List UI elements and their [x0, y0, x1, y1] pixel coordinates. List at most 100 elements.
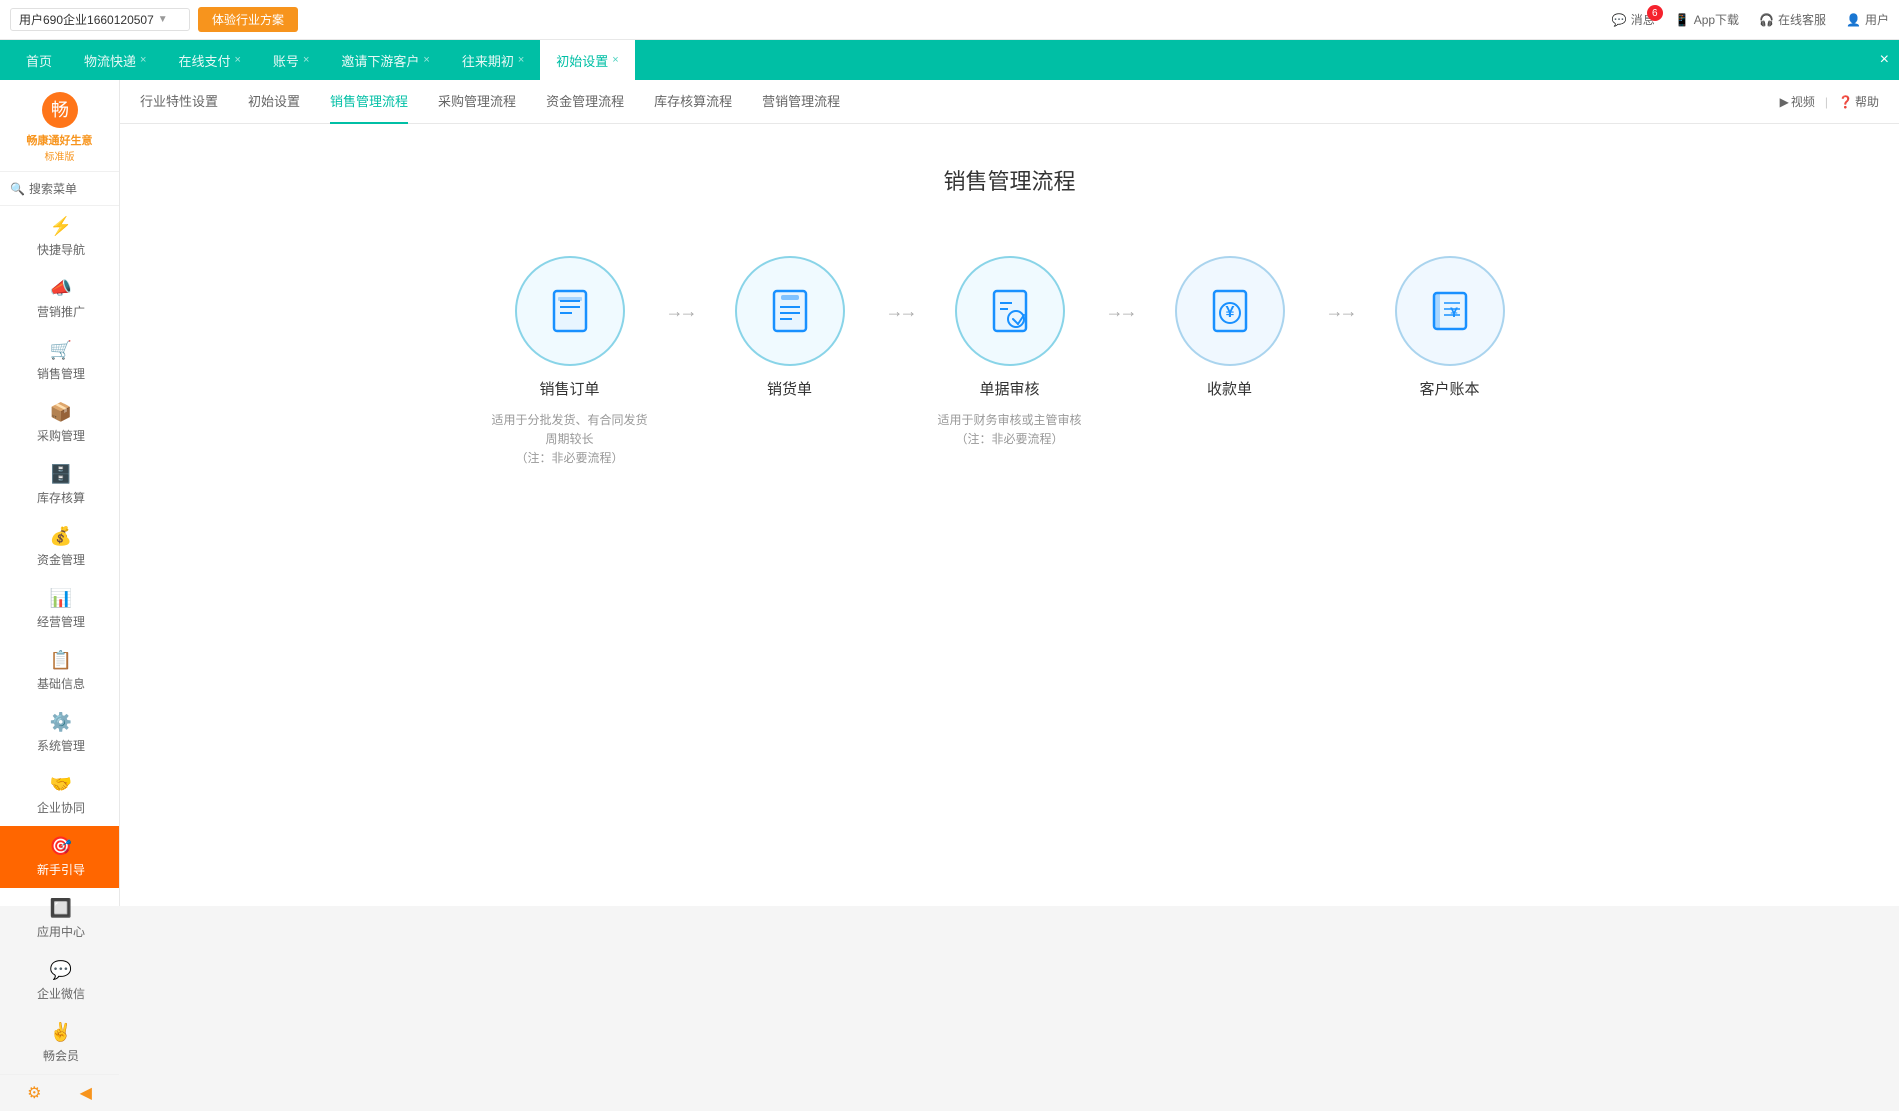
close-icon[interactable]: × [140, 54, 146, 66]
close-icon[interactable]: × [423, 54, 429, 66]
nav-close-button[interactable]: × [1880, 51, 1889, 69]
search-icon: 🔍 [10, 182, 25, 196]
flow-step-desc: 适用于财务审核或主管审核（注：非必要流程） [937, 411, 1081, 449]
content-tab-marketing-flow[interactable]: 营销管理流程 [762, 80, 840, 124]
purchase-icon: 📦 [50, 402, 72, 423]
flow-step-title: 收款单 [1207, 378, 1252, 399]
sidebar-search[interactable]: 🔍 搜索菜单 [0, 172, 119, 206]
content-tab-init[interactable]: 初始设置 [248, 80, 300, 124]
basic-icon: 📋 [50, 650, 72, 671]
sidebar-item-system[interactable]: ⚙️ 系统管理 [0, 702, 119, 764]
sidebar-item-label: 经营管理 [37, 613, 85, 630]
app-download-item[interactable]: 📱 App下载 [1675, 11, 1739, 28]
service-item[interactable]: 🎧 在线客服 [1759, 11, 1826, 28]
sidebar-item-sales[interactable]: 🛒 销售管理 [0, 330, 119, 392]
sidebar-item-label: 采购管理 [37, 427, 85, 444]
content-tab-purchase-flow[interactable]: 采购管理流程 [438, 80, 516, 124]
settings-bottom-icon[interactable]: ⚙ [27, 1083, 41, 1103]
sidebar-item-finance[interactable]: 💰 资金管理 [0, 516, 119, 578]
marketing-icon: 📣 [50, 278, 72, 299]
close-icon[interactable]: × [518, 54, 524, 66]
nav-tab-account[interactable]: 账号 × [257, 40, 325, 80]
message-item[interactable]: 💬 消息 6 [1612, 11, 1655, 28]
sidebar-item-apps[interactable]: 🔲 应用中心 [0, 888, 119, 950]
top-bar-left: 用户690企业1660120507 ▼ 体验行业方案 [10, 7, 298, 32]
content-tab-finance-flow-label: 资金管理流程 [546, 91, 624, 110]
close-icon[interactable]: × [612, 54, 618, 66]
user-item[interactable]: 👤 用户 [1846, 11, 1889, 28]
sales-icon: 🛒 [50, 340, 72, 361]
help-label: 帮助 [1855, 93, 1879, 110]
sidebar-item-label: 企业协同 [37, 799, 85, 816]
sidebar-item-purchase[interactable]: 📦 采购管理 [0, 392, 119, 454]
sidebar-item-wechat[interactable]: 💬 企业微信 [0, 950, 119, 1012]
collapse-icon[interactable]: ◀ [80, 1083, 92, 1103]
flow-content: 销售管理流程 销售订单 适用于分批发货、有合同发货周期较长（ [120, 124, 1899, 509]
flow-step-sales-order: 销售订单 适用于分批发货、有合同发货周期较长（注：非必要流程） [490, 256, 650, 469]
close-icon[interactable]: × [234, 54, 240, 66]
sidebar-item-quick-nav[interactable]: ⚡ 快捷导航 [0, 206, 119, 268]
sidebar-item-label: 快捷导航 [37, 241, 85, 258]
top-bar-right: 💬 消息 6 📱 App下载 🎧 在线客服 👤 用户 [1612, 11, 1889, 28]
flow-title: 销售管理流程 [140, 164, 1879, 196]
sidebar-item-marketing[interactable]: 📣 营销推广 [0, 268, 119, 330]
flow-circle-receipt[interactable]: ¥ [1175, 256, 1285, 366]
logo-icon: 畅 [40, 90, 80, 130]
sidebar-item-enterprise[interactable]: 🤝 企业协同 [0, 764, 119, 826]
sidebar-item-label: 资金管理 [37, 551, 85, 568]
svg-text:畅: 畅 [51, 100, 69, 120]
flow-circle-delivery[interactable] [735, 256, 845, 366]
sidebar-item-guide[interactable]: 🎯 新手引导 [0, 826, 119, 888]
nav-tab-invite[interactable]: 邀请下游客户 × [325, 40, 445, 80]
sidebar-bottom: ⚙ ◀ [0, 1074, 119, 1111]
sidebar-item-label: 销售管理 [37, 365, 85, 382]
svg-text:¥: ¥ [1225, 304, 1234, 321]
sidebar-item-label: 新手引导 [37, 861, 85, 878]
trial-button[interactable]: 体验行业方案 [198, 7, 298, 32]
user-select[interactable]: 用户690企业1660120507 ▼ [10, 8, 190, 31]
close-icon[interactable]: × [303, 54, 309, 66]
flow-step-title: 单据审核 [979, 378, 1039, 399]
sidebar-item-member[interactable]: ✌️ 畅会员 [0, 1012, 119, 1074]
sidebar-item-label: 基础信息 [37, 675, 85, 692]
content-tab-sales-flow[interactable]: 销售管理流程 [330, 80, 408, 124]
system-icon: ⚙️ [50, 712, 72, 733]
flow-diagram: 销售订单 适用于分批发货、有合同发货周期较长（注：非必要流程） →→ [140, 256, 1879, 469]
content-area: 行业特性设置 初始设置 销售管理流程 采购管理流程 资金管理流程 库存核算流程 … [120, 80, 1899, 906]
app-icon: 📱 [1675, 13, 1690, 27]
content-tab-sales-flow-label: 销售管理流程 [330, 91, 408, 110]
app-label: App下载 [1694, 11, 1739, 28]
flow-circle-sales-order[interactable] [515, 256, 625, 366]
sidebar-item-label: 畅会员 [43, 1047, 79, 1064]
sidebar-item-label: 应用中心 [37, 923, 85, 940]
member-icon: ✌️ [50, 1022, 72, 1043]
content-tab-inventory-flow[interactable]: 库存核算流程 [654, 80, 732, 124]
flow-arrow: →→ [870, 256, 930, 322]
content-tab-finance-flow[interactable]: 资金管理流程 [546, 80, 624, 124]
sidebar: 畅 畅康通好生意 标准版 🔍 搜索菜单 ⚡ 快捷导航 📣 营销推广 🛒 销售管理… [0, 80, 120, 906]
sidebar-item-label: 库存核算 [37, 489, 85, 506]
nav-tab-period-label: 往来期初 [462, 51, 514, 70]
sidebar-item-basic[interactable]: 📋 基础信息 [0, 640, 119, 702]
content-tab-industry[interactable]: 行业特性设置 [140, 80, 218, 124]
nav-tab-logistics[interactable]: 物流快递 × [68, 40, 162, 80]
nav-tab-payment-label: 在线支付 [178, 51, 230, 70]
content-header: 行业特性设置 初始设置 销售管理流程 采购管理流程 资金管理流程 库存核算流程 … [120, 80, 1899, 124]
nav-tab-home[interactable]: 首页 [10, 40, 68, 80]
content-tab-init-label: 初始设置 [248, 91, 300, 110]
main-nav: 首页 物流快递 × 在线支付 × 账号 × 邀请下游客户 × 往来期初 × 初始… [0, 40, 1899, 80]
nav-tab-init[interactable]: 初始设置 × [540, 40, 634, 80]
sidebar-item-operation[interactable]: 📊 经营管理 [0, 578, 119, 640]
logo-sub: 标准版 [45, 148, 75, 163]
flow-step-audit: 单据审核 适用于财务审核或主管审核（注：非必要流程） [930, 256, 1090, 449]
flow-arrow: →→ [650, 256, 710, 322]
flow-circle-audit[interactable] [955, 256, 1065, 366]
logo-text: 畅康通好生意 [27, 132, 93, 148]
nav-tab-payment[interactable]: 在线支付 × [162, 40, 256, 80]
sidebar-item-inventory[interactable]: 🗄️ 库存核算 [0, 454, 119, 516]
flow-circle-ledger[interactable]: ¥ [1395, 256, 1505, 366]
nav-tab-period[interactable]: 往来期初 × [446, 40, 540, 80]
video-link[interactable]: ▶ 视频 [1780, 93, 1815, 110]
help-link[interactable]: ❓ 帮助 [1838, 93, 1879, 110]
svg-text:¥: ¥ [1450, 304, 1458, 320]
